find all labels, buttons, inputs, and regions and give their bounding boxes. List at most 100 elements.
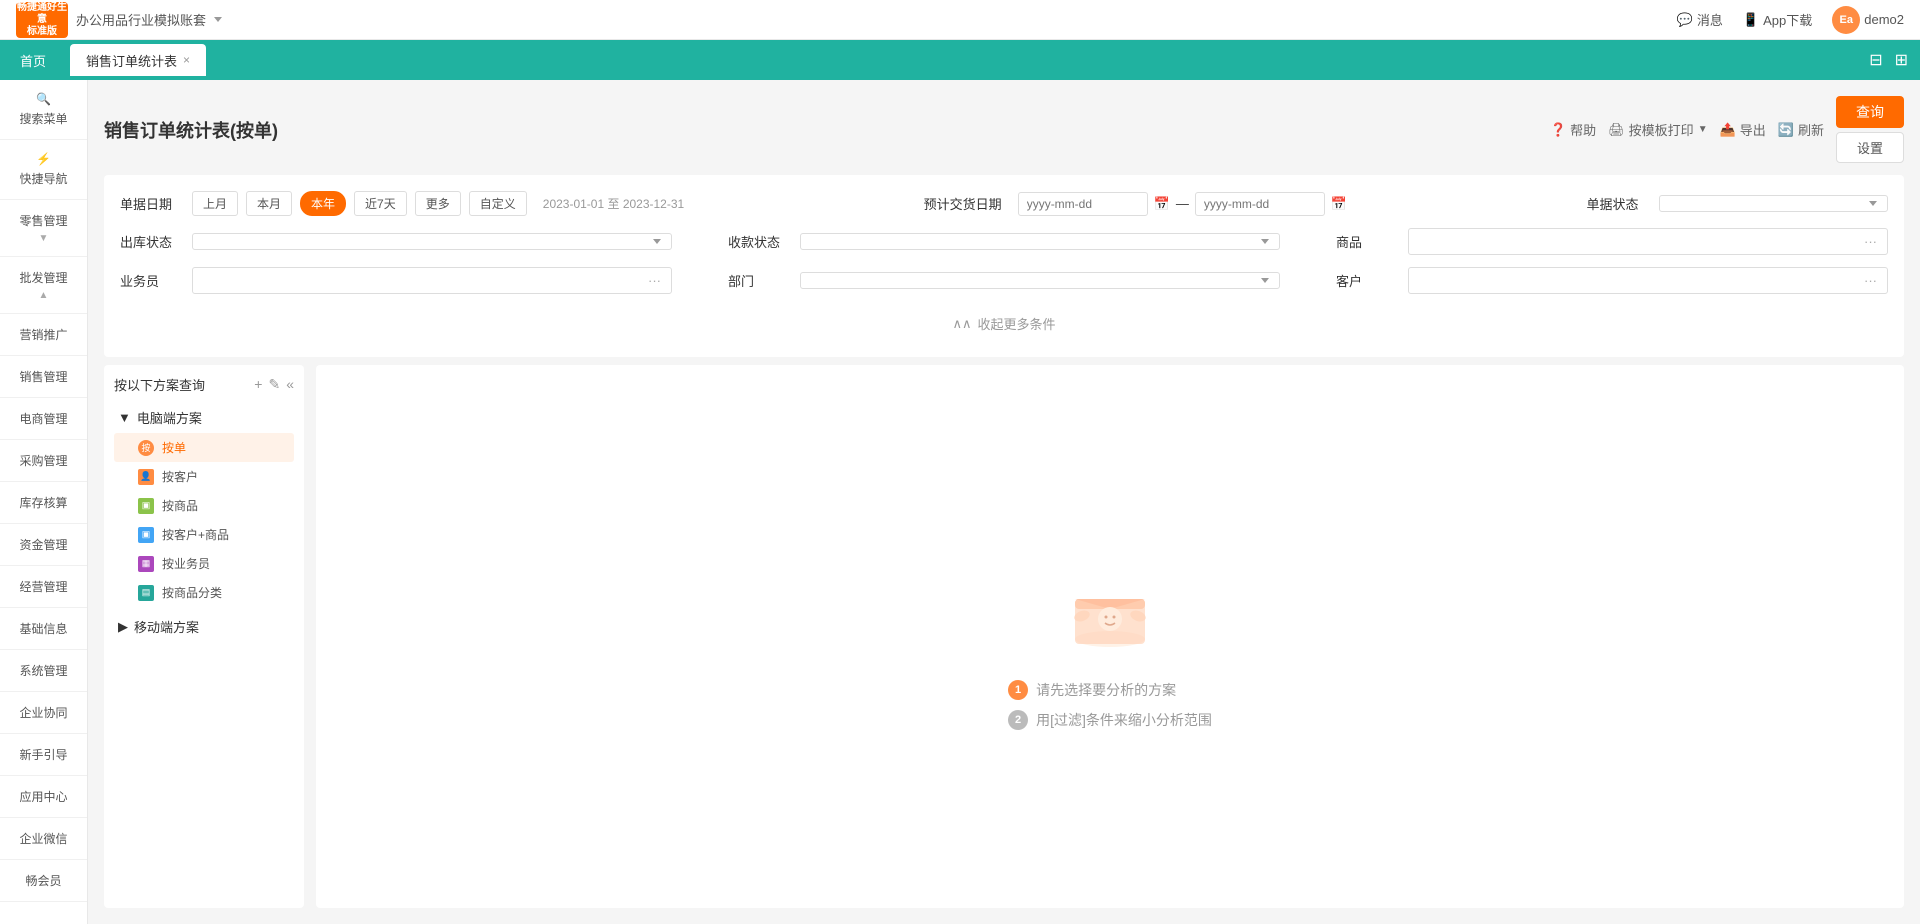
last-month-btn[interactable]: 上月 — [192, 191, 238, 216]
query-button[interactable]: 查询 — [1836, 96, 1904, 128]
more-btn[interactable]: 更多 — [415, 191, 461, 216]
sidebar-item-label-wechat: 企业微信 — [19, 830, 67, 847]
sidebar-item-quick-nav[interactable]: ⚡ 快捷导航 — [0, 140, 87, 200]
help-button[interactable]: ❓ 帮助 — [1550, 120, 1596, 139]
customer-dots: ··· — [1864, 273, 1877, 288]
mobile-group-label: 移动端方案 — [134, 617, 199, 636]
scheme-panel-actions: + ✎ « — [254, 376, 294, 393]
scheme-group-mobile-header[interactable]: ▶ 移动端方案 — [114, 611, 294, 642]
avatar: Ea — [1832, 6, 1860, 34]
date-range-text: 2023-01-01 至 2023-12-31 — [543, 195, 684, 212]
top-bar: 畅捷通好生意标准版 办公用品行业模拟账套 💬 消息 📱 App下载 Ea dem… — [0, 0, 1920, 40]
scheme-item-by-customer[interactable]: 👤 按客户 — [114, 462, 294, 491]
sidebar-item-label-enterprise: 企业协同 — [19, 704, 67, 721]
filter-row-date: 单据日期 上月 本月 本年 近7天 更多 自定义 2023-01-01 至 20… — [120, 191, 1888, 216]
minimize-icon[interactable]: ⊟ — [1869, 50, 1882, 70]
settings-button[interactable]: 设置 — [1836, 132, 1904, 163]
receipt-status-select[interactable] — [800, 233, 1280, 250]
sidebar-item-member[interactable]: 畅会员 — [0, 860, 87, 902]
sidebar-item-label-sales: 销售管理 — [19, 368, 67, 385]
chevron-down-icon — [1261, 239, 1269, 244]
tab-close-icon[interactable]: × — [183, 53, 190, 67]
template-print-button[interactable]: 🖨 按模板打印 ▼ — [1608, 120, 1707, 139]
sidebar-item-wechat[interactable]: 企业微信 — [0, 818, 87, 860]
tab-home[interactable]: 首页 — [0, 40, 66, 80]
chevron-down-icon — [214, 17, 222, 22]
calendar-icon-2[interactable]: 📅 — [1331, 196, 1347, 212]
app-download-button[interactable]: 📱 App下载 — [1743, 10, 1812, 29]
sidebar-item-apps[interactable]: 应用中心 — [0, 776, 87, 818]
sidebar-item-basic[interactable]: 基础信息 — [0, 608, 87, 650]
scheme-item-by-salesperson[interactable]: ▦ 按业务员 — [114, 549, 294, 578]
empty-state: 1 请先选择要分析的方案 2 用[过滤]条件来缩小分析范围 — [316, 365, 1904, 908]
expected-date-end[interactable] — [1195, 192, 1325, 216]
scheme-add-button[interactable]: + — [254, 376, 262, 393]
by-salesperson-icon: ▦ — [138, 556, 154, 572]
last7-btn[interactable]: 近7天 — [354, 191, 407, 216]
collapse-icon: ∧∧ — [952, 316, 971, 332]
sidebar-item-purchase[interactable]: 采购管理 — [0, 440, 87, 482]
goods-select[interactable]: ··· — [1408, 228, 1888, 255]
this-year-btn[interactable]: 本年 — [300, 191, 346, 216]
pc-group-label: 电脑端方案 — [137, 408, 202, 427]
sidebar-item-inventory[interactable]: 库存核算 — [0, 482, 87, 524]
expected-date-label: 预计交货日期 — [924, 194, 1002, 213]
sidebar-item-label-apps: 应用中心 — [19, 788, 67, 805]
date-filter-label: 单据日期 — [120, 194, 176, 213]
sidebar-item-marketing[interactable]: 营销推广 — [0, 314, 87, 356]
expected-date-input: 📅 — 📅 — [1018, 192, 1347, 216]
scheme-collapse-button[interactable]: « — [286, 376, 294, 393]
scheme-panel-header: 按以下方案查询 + ✎ « — [114, 375, 294, 394]
tab-bar: 首页 销售订单统计表 × ⊟ ⊞ — [0, 40, 1920, 80]
message-button[interactable]: 💬 消息 — [1677, 10, 1723, 29]
custom-btn[interactable]: 自定义 — [469, 191, 527, 216]
sidebar-item-wholesale[interactable]: 批发管理 ▲ — [0, 257, 87, 314]
scheme-group-pc-header[interactable]: ▼ 电脑端方案 — [114, 402, 294, 433]
chevron-right-icon: ▶ — [118, 619, 128, 635]
by-customer-goods-icon: ▣ — [138, 527, 154, 543]
this-month-btn[interactable]: 本月 — [246, 191, 292, 216]
app-title-dropdown[interactable]: 办公用品行业模拟账套 — [76, 10, 222, 29]
sidebar-item-retail[interactable]: 零售管理 ▼ — [0, 200, 87, 257]
out-status-select[interactable] — [192, 233, 672, 250]
tab-sales-order-stats[interactable]: 销售订单统计表 × — [70, 44, 206, 76]
salesperson-select[interactable]: ··· — [192, 267, 672, 294]
message-icon: 💬 — [1677, 12, 1693, 28]
scheme-item-by-order[interactable]: 按 按单 — [114, 433, 294, 462]
expected-date-start[interactable] — [1018, 192, 1148, 216]
scheme-item-by-customer-goods[interactable]: ▣ 按客户+商品 — [114, 520, 294, 549]
chevron-down-icon — [653, 239, 661, 244]
sidebar-item-finance[interactable]: 资金管理 — [0, 524, 87, 566]
by-goods-category-icon: ▤ — [138, 585, 154, 601]
main-layout: 🔍 搜索菜单 ⚡ 快捷导航 零售管理 ▼ 批发管理 ▲ 营销推广 销售管理 电商… — [0, 80, 1920, 924]
user-info[interactable]: Ea demo2 — [1832, 6, 1904, 34]
sidebar-item-newbie[interactable]: 新手引导 — [0, 734, 87, 776]
empty-state-tips: 1 请先选择要分析的方案 2 用[过滤]条件来缩小分析范围 — [1008, 680, 1212, 730]
sidebar-item-label-retail: 零售管理 — [19, 212, 67, 229]
scheme-edit-button[interactable]: ✎ — [268, 376, 280, 393]
calendar-icon-1[interactable]: 📅 — [1154, 196, 1170, 212]
help-label: 帮助 — [1570, 120, 1596, 139]
maximize-icon[interactable]: ⊞ — [1895, 50, 1908, 70]
sidebar-item-ecommerce[interactable]: 电商管理 — [0, 398, 87, 440]
scheme-item-by-goods[interactable]: ▣ 按商品 — [114, 491, 294, 520]
export-button[interactable]: 📤 导出 — [1720, 120, 1766, 139]
status-select[interactable] — [1659, 195, 1888, 212]
sidebar-item-system[interactable]: 系统管理 — [0, 650, 87, 692]
sidebar-item-enterprise[interactable]: 企业协同 — [0, 692, 87, 734]
department-select[interactable] — [800, 272, 1280, 289]
chevron-down-icon: ▼ — [1698, 124, 1708, 135]
refresh-button[interactable]: 🔄 刷新 — [1778, 120, 1824, 139]
tip-1-text: 请先选择要分析的方案 — [1036, 680, 1176, 700]
sidebar-item-label-purchase: 采购管理 — [19, 452, 67, 469]
sidebar-item-sales[interactable]: 销售管理 — [0, 356, 87, 398]
message-label: 消息 — [1697, 10, 1723, 29]
collapse-filters-button[interactable]: ∧∧ 收起更多条件 — [120, 306, 1888, 341]
receipt-status-label: 收款状态 — [728, 232, 784, 251]
sidebar-item-search[interactable]: 🔍 搜索菜单 — [0, 80, 87, 140]
scheme-item-by-goods-category[interactable]: ▤ 按商品分类 — [114, 578, 294, 607]
sidebar-item-operation[interactable]: 经营管理 — [0, 566, 87, 608]
customer-select[interactable]: ··· — [1408, 267, 1888, 294]
empty-state-tip-2: 2 用[过滤]条件来缩小分析范围 — [1008, 710, 1212, 730]
tip-circle-2: 2 — [1008, 710, 1028, 730]
